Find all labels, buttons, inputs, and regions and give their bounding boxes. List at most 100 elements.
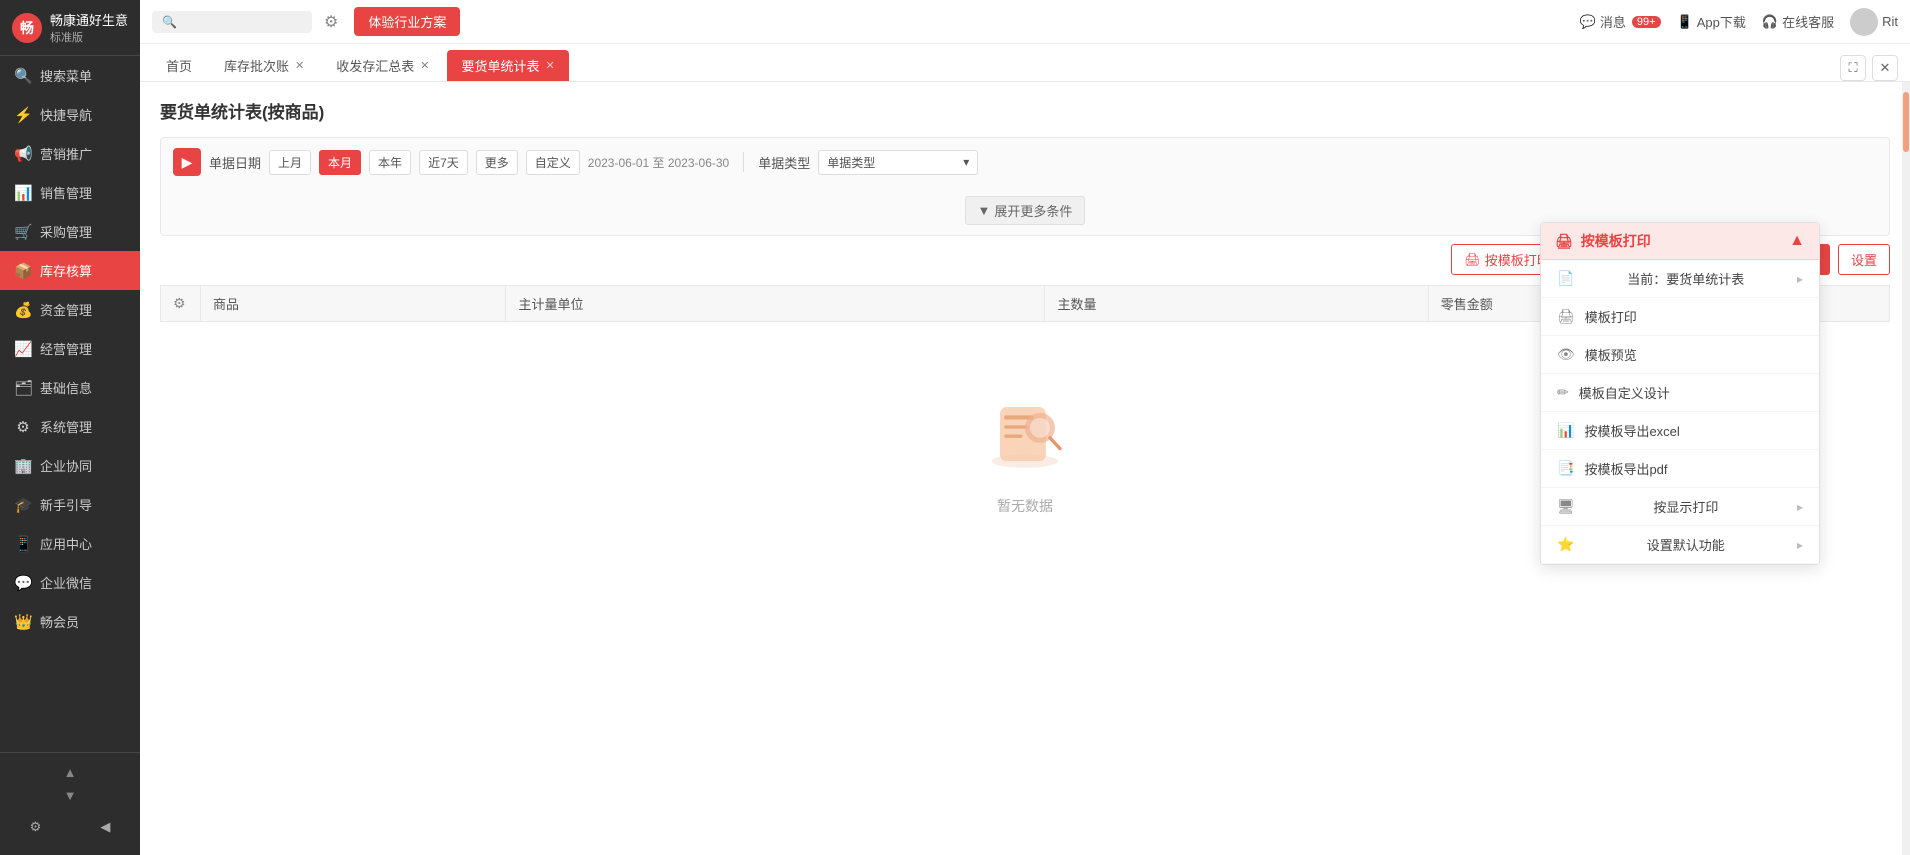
tab-maximize-btn[interactable]: ⛶ bbox=[1840, 55, 1866, 81]
user-avatar[interactable]: Rit bbox=[1850, 8, 1898, 36]
tab-close-all-btn[interactable]: ✕ bbox=[1872, 55, 1898, 81]
table-col-qty: 主数量 bbox=[1045, 286, 1428, 322]
print-icon: 🖨 bbox=[1464, 252, 1481, 268]
table-settings-col: ⚙ bbox=[161, 286, 201, 322]
sidebar-bottom: ▲ ▼ ⚙ ◀ bbox=[0, 752, 140, 855]
online-service-icon: 🎧 bbox=[1762, 14, 1778, 30]
sidebar-item-basic[interactable]: 🗂 基础信息 bbox=[0, 368, 140, 407]
template-preview-icon: 👁 bbox=[1557, 346, 1575, 363]
scroll-track bbox=[1902, 82, 1910, 855]
member-icon: 👑 bbox=[14, 613, 32, 631]
date-btn-7days[interactable]: 近7天 bbox=[419, 150, 468, 175]
message-icon: 💬 bbox=[1580, 14, 1596, 30]
empty-text: 暂无数据 bbox=[997, 496, 1053, 516]
tab-order-stat[interactable]: 要货单统计表 ✕ bbox=[447, 50, 568, 81]
sidebar-item-inventory[interactable]: 📦 库存核算 bbox=[0, 251, 140, 290]
sidebar-item-corp[interactable]: 🏢 企业协同 bbox=[0, 446, 140, 485]
date-btn-this-year[interactable]: 本年 bbox=[369, 150, 411, 175]
corp-icon: 🏢 bbox=[14, 457, 32, 475]
print-dropdown-close-btn[interactable]: ▲ bbox=[1789, 232, 1805, 250]
print-menu-display-print[interactable]: 🖥 按显示打印 ▸ bbox=[1541, 488, 1819, 526]
tabs-bar: 首页 库存批次账 ✕ 收发存汇总表 ✕ 要货单统计表 ✕ ⛶ ✕ bbox=[140, 44, 1910, 82]
app-download-btn[interactable]: 📱 App下载 bbox=[1677, 12, 1746, 31]
sidebar-item-sales[interactable]: 📊 销售管理 bbox=[0, 173, 140, 212]
expand-conditions-btn[interactable]: ▼ 展开更多条件 bbox=[965, 196, 1086, 225]
table-col-goods: 商品 bbox=[201, 286, 506, 322]
sidebar-item-app-center[interactable]: 📱 应用中心 bbox=[0, 524, 140, 563]
tab-close-batch-account[interactable]: ✕ bbox=[295, 59, 304, 72]
app-logo: 畅 畅康通好生意 标准版 bbox=[0, 0, 140, 56]
basic-icon: 🗂 bbox=[14, 379, 32, 397]
export-pdf-icon: 📑 bbox=[1557, 460, 1574, 477]
collapse-btn[interactable]: ◀ bbox=[86, 811, 124, 843]
table-col-settings-icon[interactable]: ⚙ bbox=[173, 295, 186, 311]
sidebar-item-purchase[interactable]: 🛒 采购管理 bbox=[0, 212, 140, 251]
filter-toggle-btn[interactable]: ▶ bbox=[173, 148, 201, 176]
topbar-right: 💬 消息 99+ 📱 App下载 🎧 在线客服 Rit bbox=[1580, 8, 1898, 36]
date-btn-last-month[interactable]: 上月 bbox=[269, 150, 311, 175]
print-menu-export-excel[interactable]: 📊 按模板导出excel bbox=[1541, 412, 1819, 450]
scroll-thumb[interactable] bbox=[1903, 92, 1909, 152]
sidebar-item-search[interactable]: 🔍 搜索菜单 bbox=[0, 56, 140, 95]
scroll-up-btn[interactable]: ▲ bbox=[0, 761, 140, 784]
topbar-search-icon: 🔍 bbox=[162, 15, 177, 29]
message-btn[interactable]: 💬 消息 99+ bbox=[1580, 12, 1661, 31]
print-menu-template-preview[interactable]: 👁 模板预览 bbox=[1541, 336, 1819, 374]
display-print-arrow: ▸ bbox=[1797, 500, 1803, 514]
sidebar-item-quick-nav[interactable]: ⚡ 快捷导航 bbox=[0, 95, 140, 134]
tab-close-order-stat[interactable]: ✕ bbox=[546, 59, 555, 72]
set-default-arrow: ▸ bbox=[1797, 538, 1803, 552]
sidebar-item-guide[interactable]: 🎓 新手引导 bbox=[0, 485, 140, 524]
sidebar-item-marketing[interactable]: 📢 营销推广 bbox=[0, 134, 140, 173]
type-select[interactable]: 单据类型 ▾ bbox=[818, 150, 978, 175]
trial-btn[interactable]: 体验行业方案 bbox=[354, 7, 460, 36]
print-menu-set-default[interactable]: ⭐ 设置默认功能 ▸ bbox=[1541, 526, 1819, 564]
search-icon: 🔍 bbox=[14, 67, 32, 85]
tab-close-collect-summary[interactable]: ✕ bbox=[420, 59, 429, 72]
tab-batch-account[interactable]: 库存批次账 ✕ bbox=[210, 50, 318, 81]
print-dropdown-header: 🖨 按模板打印 ▲ bbox=[1541, 223, 1819, 260]
print-dropdown: 🖨 按模板打印 ▲ 📄 当前：要货单统计表 ▸ 🖨 模板打印 👁 模板预览 ✏ bbox=[1540, 222, 1820, 565]
tab-collect-summary[interactable]: 收发存汇总表 ✕ bbox=[322, 50, 443, 81]
date-label: 单据日期 bbox=[209, 153, 261, 172]
page-title: 要货单统计表(按商品) bbox=[160, 98, 1890, 123]
sales-icon: 📊 bbox=[14, 184, 32, 202]
sidebar-item-business[interactable]: 📈 经营管理 bbox=[0, 329, 140, 368]
expand-icon: ▼ bbox=[978, 203, 991, 218]
collapse-icon: ◀ bbox=[100, 819, 110, 835]
sidebar-item-corp-wechat[interactable]: 💬 企业微信 bbox=[0, 563, 140, 602]
online-service-btn[interactable]: 🎧 在线客服 bbox=[1762, 12, 1834, 31]
app-download-icon: 📱 bbox=[1677, 14, 1693, 30]
template-print-icon: 🖨 bbox=[1557, 308, 1575, 325]
scroll-down-btn[interactable]: ▼ bbox=[0, 784, 140, 807]
sidebar-item-finance[interactable]: 💰 资金管理 bbox=[0, 290, 140, 329]
purchase-icon: 🛒 bbox=[14, 223, 32, 241]
sidebar: 畅 畅康通好生意 标准版 🔍 搜索菜单 ⚡ 快捷导航 📢 营销推广 📊 销售管理… bbox=[0, 0, 140, 855]
main-area: 🔍 ⚙ 体验行业方案 💬 消息 99+ 📱 App下载 🎧 在线客服 Rit bbox=[140, 0, 1910, 855]
print-menu-export-pdf[interactable]: 📑 按模板导出pdf bbox=[1541, 450, 1819, 488]
date-btn-custom[interactable]: 自定义 bbox=[526, 150, 580, 175]
topbar-gear-icon[interactable]: ⚙ bbox=[324, 12, 338, 32]
sidebar-item-system[interactable]: ⚙ 系统管理 bbox=[0, 407, 140, 446]
topbar-search-box[interactable]: 🔍 bbox=[152, 11, 312, 33]
avatar-img bbox=[1850, 8, 1878, 36]
print-menu-template-custom[interactable]: ✏ 模板自定义设计 bbox=[1541, 374, 1819, 412]
table-settings-btn[interactable]: 设置 bbox=[1838, 244, 1890, 275]
table-col-unit: 主计量单位 bbox=[506, 286, 1045, 322]
date-btn-more[interactable]: 更多 bbox=[476, 150, 518, 175]
print-dropdown-icon: 🖨 bbox=[1555, 233, 1573, 250]
type-label: 单据类型 bbox=[758, 153, 810, 172]
topbar: 🔍 ⚙ 体验行业方案 💬 消息 99+ 📱 App下载 🎧 在线客服 Rit bbox=[140, 0, 1910, 44]
filter-divider bbox=[743, 152, 744, 172]
print-menu-template-print[interactable]: 🖨 模板打印 bbox=[1541, 298, 1819, 336]
print-menu-current[interactable]: 📄 当前：要货单统计表 ▸ bbox=[1541, 260, 1819, 298]
quick-nav-icon: ⚡ bbox=[14, 106, 32, 124]
sidebar-item-member[interactable]: 👑 畅会员 bbox=[0, 602, 140, 641]
settings-icon: ⚙ bbox=[30, 819, 42, 835]
business-icon: 📈 bbox=[14, 340, 32, 358]
system-icon: ⚙ bbox=[14, 418, 32, 436]
settings-btn[interactable]: ⚙ bbox=[16, 811, 56, 843]
type-select-arrow: ▾ bbox=[963, 155, 969, 169]
date-btn-this-month[interactable]: 本月 bbox=[319, 150, 361, 175]
tab-home[interactable]: 首页 bbox=[152, 50, 206, 81]
